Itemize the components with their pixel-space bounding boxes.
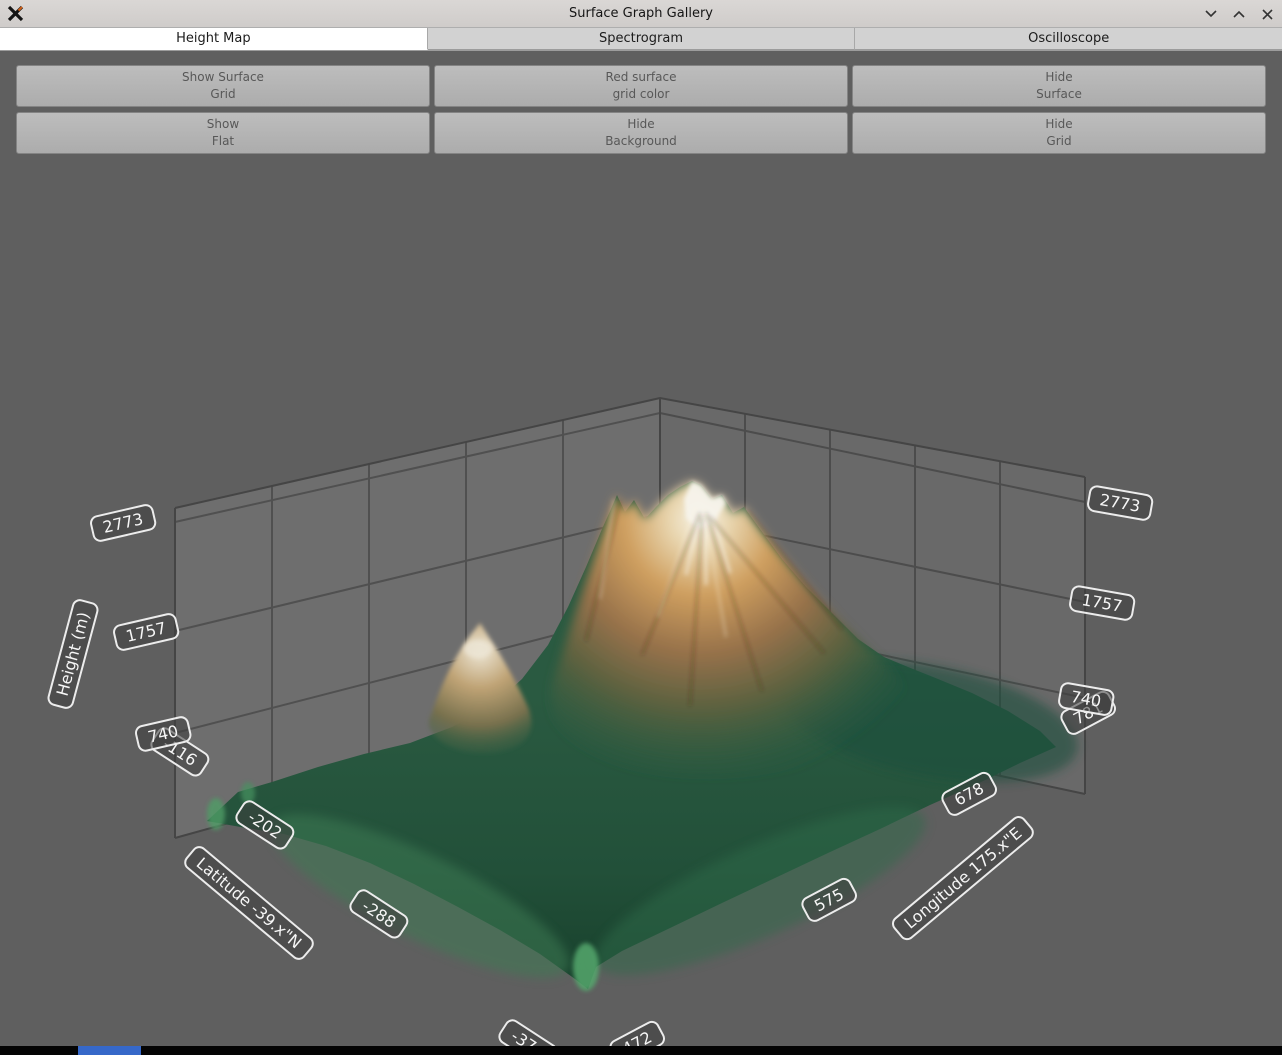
button-label: grid color — [613, 86, 670, 103]
window-controls — [1202, 0, 1276, 28]
tab-height-map[interactable]: Height Map — [0, 28, 428, 50]
button-label: Hide — [1045, 116, 1072, 133]
hide-grid-button[interactable]: Hide Grid — [852, 112, 1266, 154]
button-label: Red surface — [606, 69, 677, 86]
tab-bar: Height Map Spectrogram Oscilloscope — [0, 28, 1282, 51]
red-surface-grid-color-button[interactable]: Red surface grid color — [434, 65, 848, 107]
height-map-panel: Show Surface Grid Red surface grid color… — [0, 51, 1282, 1046]
title-bar[interactable]: Surface Graph Gallery — [0, 0, 1282, 28]
close-icon[interactable] — [1258, 5, 1276, 23]
surface-plot-canvas[interactable]: -116 -202 -288 -374 Latitude -39.x"N 781… — [0, 51, 1282, 1046]
button-label: Grid — [1046, 133, 1071, 150]
button-label: Show — [207, 116, 239, 133]
tab-spectrogram[interactable]: Spectrogram — [428, 28, 856, 50]
application-window: Surface Graph Gallery Height Map Spectro… — [0, 0, 1282, 1055]
button-label: Show Surface — [182, 69, 264, 86]
show-flat-button[interactable]: Show Flat — [16, 112, 430, 154]
taskbar[interactable] — [0, 1046, 1282, 1055]
hide-background-button[interactable]: Hide Background — [434, 112, 848, 154]
hide-surface-button[interactable]: Hide Surface — [852, 65, 1266, 107]
chevron-down-icon[interactable] — [1202, 5, 1220, 23]
window-title: Surface Graph Gallery — [0, 6, 1282, 21]
button-label: Hide — [627, 116, 654, 133]
button-label: Grid — [210, 86, 235, 103]
button-label: Flat — [212, 133, 234, 150]
button-label: Surface — [1036, 86, 1082, 103]
tab-oscilloscope[interactable]: Oscilloscope — [855, 28, 1282, 50]
chevron-up-icon[interactable] — [1230, 5, 1248, 23]
surface-3d-scene — [0, 51, 1282, 1046]
taskbar-item[interactable] — [78, 1046, 141, 1055]
control-button-grid: Show Surface Grid Red surface grid color… — [16, 65, 1266, 154]
button-label: Hide — [1045, 69, 1072, 86]
show-surface-grid-button[interactable]: Show Surface Grid — [16, 65, 430, 107]
button-label: Background — [605, 133, 677, 150]
